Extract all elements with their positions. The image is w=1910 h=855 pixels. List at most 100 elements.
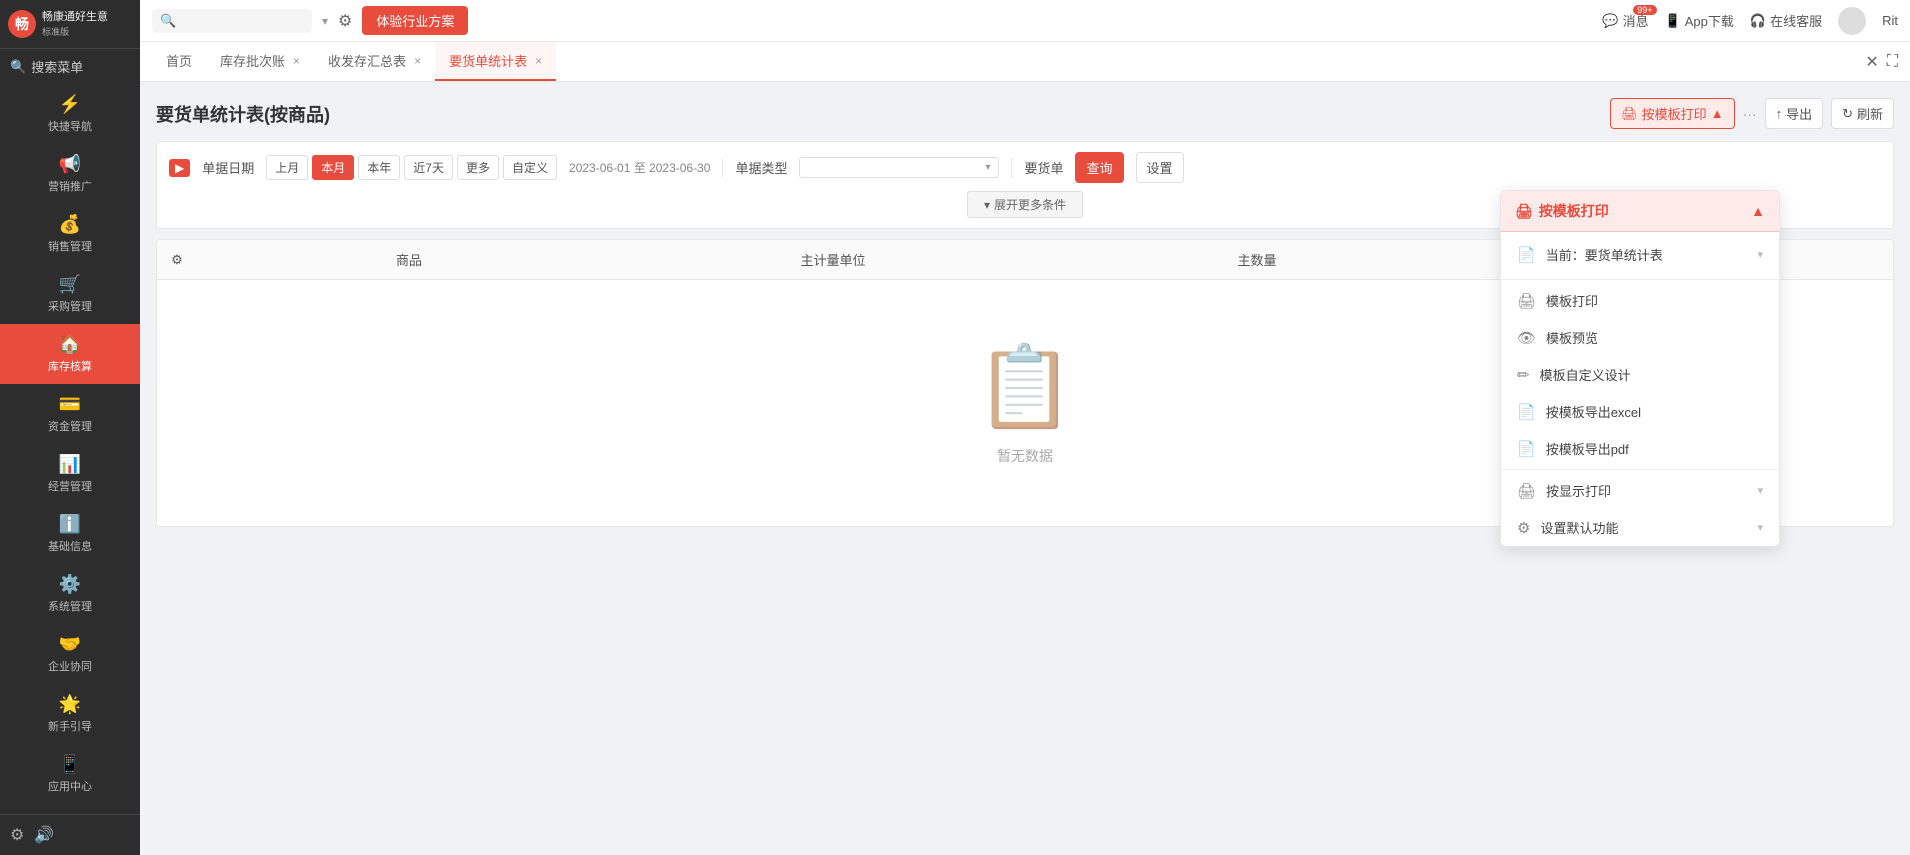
expand-more-label: 展开更多条件 bbox=[994, 196, 1066, 213]
app-download-item[interactable]: 📱 App下载 bbox=[1665, 11, 1734, 30]
sidebar-item-marketing[interactable]: 📢 营销推广 bbox=[0, 144, 140, 204]
online-service-item[interactable]: 🎧 在线客服 bbox=[1750, 11, 1822, 30]
settings-filter-button[interactable]: 设置 bbox=[1136, 152, 1184, 183]
date-btn-3[interactable]: 近7天 bbox=[404, 155, 453, 180]
dropdown-group-arrow-display-print: ▾ bbox=[1757, 484, 1763, 497]
tab-close-batch[interactable]: × bbox=[293, 54, 300, 68]
dropdown-item-template-print[interactable]: 🖨 模板打印 bbox=[1501, 282, 1779, 319]
filter-divider-2 bbox=[1011, 158, 1012, 178]
dropdown-item-label-export-excel: 按模板导出excel bbox=[1546, 402, 1641, 421]
refresh-label: 刷新 bbox=[1857, 104, 1883, 123]
online-service-label: 在线客服 bbox=[1770, 11, 1822, 30]
message-icon-item[interactable]: 💬 消息 99+ bbox=[1602, 11, 1648, 30]
dropdown-group-icon-default-setting: ⚙ bbox=[1517, 519, 1530, 537]
sidebar-item-base[interactable]: ℹ️ 基础信息 bbox=[0, 504, 140, 564]
query-button[interactable]: 查询 bbox=[1075, 152, 1123, 183]
dropdown-item-template-design[interactable]: ✏ 模板自定义设计 bbox=[1501, 356, 1779, 393]
no-data-text: 暂无数据 bbox=[997, 446, 1053, 466]
sidebar-label-collab: 企业协同 bbox=[48, 658, 92, 674]
sidebar-item-quicknav[interactable]: ⚡ 快捷导航 bbox=[0, 84, 140, 144]
maximize-icon[interactable]: ⛶ bbox=[1887, 53, 1898, 71]
dropdown-item-label-export-pdf: 按模板导出pdf bbox=[1546, 439, 1629, 458]
tab-batch[interactable]: 库存批次账× bbox=[206, 42, 314, 81]
topbar-search-box[interactable]: 🔍 bbox=[152, 9, 312, 33]
dropdown-items: 🖨 模板打印 👁 模板预览 ✏ 模板自定义设计 📄 按模板导出excel 📄 按… bbox=[1501, 282, 1779, 467]
sidebar-item-guide[interactable]: 🌟 新手引导 bbox=[0, 684, 140, 744]
sidebar-label-operations: 经营管理 bbox=[48, 478, 92, 494]
sidebar-search[interactable]: 🔍 搜索菜单 bbox=[0, 49, 140, 84]
dropdown-item-icon-export-excel: 📄 bbox=[1517, 403, 1536, 421]
dropdown-divider-1 bbox=[1501, 279, 1779, 280]
dropdown-item-template-preview[interactable]: 👁 模板预览 bbox=[1501, 319, 1779, 356]
speaker-bottom-icon[interactable]: 🔊 bbox=[34, 825, 54, 845]
sidebar-item-operations[interactable]: 📊 经营管理 bbox=[0, 444, 140, 504]
settings-bottom-icon[interactable]: ⚙ bbox=[10, 825, 24, 845]
sidebar-label-finance: 资金管理 bbox=[48, 418, 92, 434]
sidebar-item-finance[interactable]: 💳 资金管理 bbox=[0, 384, 140, 444]
message-icon: 💬 bbox=[1602, 13, 1618, 29]
topbar-gear-icon[interactable]: ⚙ bbox=[338, 11, 352, 31]
dropdown-divider-2 bbox=[1501, 469, 1779, 470]
trial-button[interactable]: 体验行业方案 bbox=[362, 6, 468, 35]
filter-expand-icon[interactable]: ▶ bbox=[169, 159, 190, 177]
sidebar-icon-quicknav: ⚡ bbox=[59, 94, 81, 115]
print-template-button[interactable]: 🖨 按模板打印 ▲ bbox=[1610, 98, 1734, 129]
dropdown-item-export-excel[interactable]: 📄 按模板导出excel bbox=[1501, 393, 1779, 430]
date-btn-0[interactable]: 上月 bbox=[266, 155, 308, 180]
dropdown-close-icon[interactable]: ▲ bbox=[1751, 203, 1765, 219]
no-data-illustration: 📋 bbox=[975, 340, 1075, 434]
print-chevron-up-icon: ▲ bbox=[1711, 106, 1724, 121]
tabs-container: 首页库存批次账×收发存汇总表×要货单统计表× bbox=[152, 42, 556, 81]
refresh-button[interactable]: ↻ 刷新 bbox=[1831, 98, 1894, 129]
topbar-search-input[interactable] bbox=[180, 14, 280, 28]
tab-label-home: 首页 bbox=[166, 51, 192, 70]
dropdown-groups: 🖨 按显示打印 ▾ ⚙ 设置默认功能 ▾ bbox=[1501, 472, 1779, 546]
th-settings[interactable]: ⚙ bbox=[157, 242, 197, 278]
date-btn-4[interactable]: 更多 bbox=[457, 155, 499, 180]
topbar-chevron-icon[interactable]: ▾ bbox=[322, 14, 328, 28]
sidebar-icon-finance: 💳 bbox=[59, 394, 81, 415]
th-qty: 主数量 bbox=[1045, 240, 1469, 279]
dropdown-group-display-print[interactable]: 🖨 按显示打印 ▾ bbox=[1501, 472, 1779, 509]
sidebar-item-purchase[interactable]: 🛒 采购管理 bbox=[0, 264, 140, 324]
sidebar-item-sales[interactable]: 💰 销售管理 bbox=[0, 204, 140, 264]
tab-close-summary[interactable]: × bbox=[414, 54, 421, 68]
printer-icon: 🖨 bbox=[1621, 106, 1638, 122]
filter-row-1: ▶ 单据日期 上月本月本年近7天更多自定义 2023-06-01 至 2023-… bbox=[169, 152, 1881, 183]
dropdown-current-item[interactable]: 📄 当前：要货单统计表 ▾ bbox=[1501, 236, 1779, 273]
dropdown-group-default-setting[interactable]: ⚙ 设置默认功能 ▾ bbox=[1501, 509, 1779, 546]
search-icon: 🔍 bbox=[10, 59, 26, 75]
order-type-label: 单据类型 bbox=[735, 158, 787, 177]
chevron-down-icon: ▾ bbox=[984, 198, 990, 212]
tab-close-order-stat[interactable]: × bbox=[535, 54, 542, 68]
tab-home[interactable]: 首页 bbox=[152, 42, 206, 81]
dropdown-item-icon-template-print: 🖨 bbox=[1517, 292, 1536, 310]
tab-summary[interactable]: 收发存汇总表× bbox=[314, 42, 435, 81]
order-type-select[interactable]: ▾ bbox=[799, 157, 999, 178]
dropdown-group-icon-display-print: 🖨 bbox=[1517, 482, 1536, 500]
page-title: 要货单统计表(按商品) bbox=[156, 101, 330, 127]
sidebar-item-collab[interactable]: 🤝 企业协同 bbox=[0, 624, 140, 684]
date-btn-1[interactable]: 本月 bbox=[312, 155, 354, 180]
sidebar-item-inventory[interactable]: 🏠 库存核算 bbox=[0, 324, 140, 384]
dropdown-header: 🖨 按模板打印 ▲ bbox=[1501, 191, 1779, 232]
sidebar-icon-sales: 💰 bbox=[59, 214, 81, 235]
dropdown-item-export-pdf[interactable]: 📄 按模板导出pdf bbox=[1501, 430, 1779, 467]
sidebar-icon-marketing: 📢 bbox=[59, 154, 81, 175]
close-window-icon[interactable]: ✕ bbox=[1865, 52, 1878, 72]
more-options-icon[interactable]: ··· bbox=[1743, 106, 1757, 122]
sidebar-label-inventory: 库存核算 bbox=[48, 358, 92, 374]
user-avatar[interactable] bbox=[1838, 7, 1866, 35]
tab-order-stat[interactable]: 要货单统计表× bbox=[435, 42, 556, 81]
export-button[interactable]: ↑ 导出 bbox=[1765, 98, 1824, 129]
sidebar-item-system[interactable]: ⚙️ 系统管理 bbox=[0, 564, 140, 624]
expand-more-button[interactable]: ▾ 展开更多条件 bbox=[967, 191, 1083, 218]
th-unit: 主计量单位 bbox=[621, 240, 1045, 279]
current-template-icon: 📄 bbox=[1517, 246, 1536, 264]
sidebar-item-apps[interactable]: 📱 应用中心 bbox=[0, 744, 140, 804]
sidebar-item-wechat[interactable]: 💬 企业微信 bbox=[0, 804, 140, 814]
date-btn-5[interactable]: 自定义 bbox=[503, 155, 557, 180]
dropdown-item-label-template-design: 模板自定义设计 bbox=[1540, 365, 1631, 384]
date-btn-2[interactable]: 本年 bbox=[358, 155, 400, 180]
th-goods: 商品 bbox=[197, 240, 621, 279]
